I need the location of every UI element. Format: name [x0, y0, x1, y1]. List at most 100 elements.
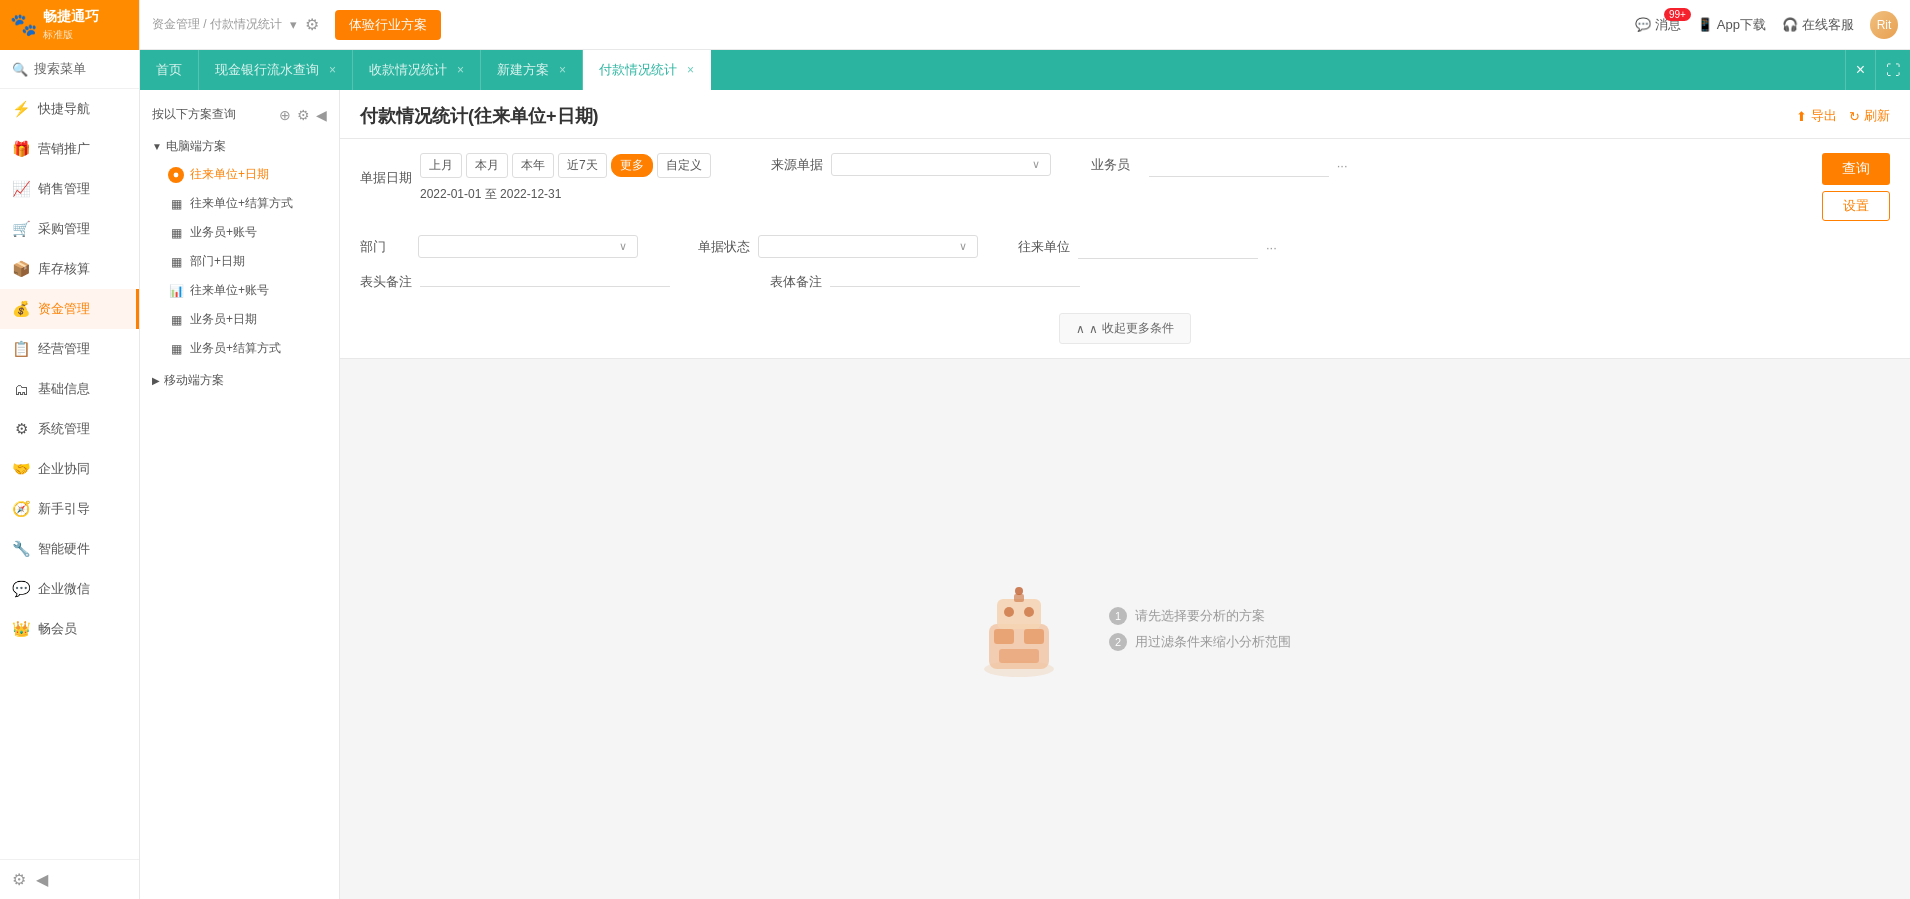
sidebar-item-system[interactable]: ⚙ 系统管理	[0, 409, 139, 449]
message-icon: 💬	[1635, 17, 1651, 32]
desktop-group-header[interactable]: ▼ 电脑端方案	[140, 133, 339, 160]
dept-select[interactable]: ∨	[418, 235, 638, 258]
scheme-table-icon-1: ▦	[168, 196, 184, 212]
tab-home-label: 首页	[156, 61, 182, 79]
scheme-item-unit-settle[interactable]: ▦ 往来单位+结算方式	[140, 189, 339, 218]
sidebar-item-operation[interactable]: 📋 经营管理	[0, 329, 139, 369]
msg-badge: 99+	[1664, 8, 1691, 21]
tab-bank-flow-close[interactable]: ×	[329, 63, 336, 77]
sidebar-item-marketing[interactable]: 🎁 营销推广	[0, 129, 139, 169]
date-btn-last-month[interactable]: 上月	[420, 153, 462, 178]
tab-pay-stat[interactable]: 付款情况统计 ×	[583, 50, 711, 90]
doc-status-select-arrow: ∨	[959, 240, 967, 253]
footer-settings-icon[interactable]: ⚙	[12, 870, 26, 889]
tab-new-scheme[interactable]: 新建方案 ×	[481, 50, 583, 90]
salesman-filter: 业务员 ···	[1091, 153, 1348, 177]
tabbar-expand[interactable]: ⛶	[1875, 50, 1910, 90]
date-btn-last-7[interactable]: 近7天	[558, 153, 607, 178]
salesman-more-icon[interactable]: ···	[1337, 158, 1348, 173]
sidebar-item-enterprise[interactable]: 🤝 企业协同	[0, 449, 139, 489]
scheme-table-icon-3: ▦	[168, 254, 184, 270]
sidebar-item-basic[interactable]: 🗂 基础信息	[0, 369, 139, 409]
source-filter: 来源单据 ∨	[771, 153, 1051, 176]
app-download-icon: 📱	[1697, 17, 1713, 32]
salesman-input[interactable]	[1149, 153, 1329, 177]
partner-filter: 往来单位 ···	[1018, 235, 1277, 259]
mobile-group-header[interactable]: ▶ 移动端方案	[140, 367, 339, 394]
scheme-label-unit-settle: 往来单位+结算方式	[190, 195, 293, 212]
sidebar-item-member[interactable]: 👑 畅会员	[0, 609, 139, 649]
sidebar-item-guide[interactable]: 🧭 新手引导	[0, 489, 139, 529]
collapse-panel-icon[interactable]: ◀	[316, 107, 327, 123]
scheme-item-dept-date[interactable]: ▦ 部门+日期	[140, 247, 339, 276]
trial-btn[interactable]: 体验行业方案	[335, 10, 441, 40]
table-body-remark-label: 表体备注	[770, 273, 822, 291]
sidebar-label-operation: 经营管理	[38, 340, 90, 358]
topbar-gear-icon[interactable]: ⚙	[305, 15, 319, 34]
service-icon: 🎧	[1782, 17, 1798, 32]
sidebar-item-wechat[interactable]: 💬 企业微信	[0, 569, 139, 609]
partner-input[interactable]	[1078, 235, 1258, 259]
sidebar-search[interactable]: 🔍 搜索菜单	[0, 50, 139, 89]
date-btn-more[interactable]: 更多	[611, 154, 653, 177]
empty-tips: 1 请先选择要分析的方案 2 用过滤条件来缩小分析范围	[1109, 607, 1291, 651]
sidebar-label-purchase: 采购管理	[38, 220, 90, 238]
scheme-item-unit-account[interactable]: 📊 往来单位+账号	[140, 276, 339, 305]
scheme-label-unit-date: 往来单位+日期	[190, 166, 269, 183]
sidebar-label-basic: 基础信息	[38, 380, 90, 398]
basic-icon: 🗂	[12, 380, 30, 398]
svg-rect-4	[1024, 629, 1044, 644]
topbar-service[interactable]: 🎧 在线客服	[1782, 16, 1854, 34]
filter-actions: 查询 设置	[1822, 153, 1890, 221]
sidebar-item-purchase[interactable]: 🛒 采购管理	[0, 209, 139, 249]
enterprise-icon: 🤝	[12, 460, 30, 478]
tab-pay-stat-close[interactable]: ×	[687, 63, 694, 77]
scheme-item-unit-date[interactable]: 往来单位+日期	[140, 160, 339, 189]
tab-bank-flow[interactable]: 现金银行流水查询 ×	[199, 50, 353, 90]
date-btn-this-year[interactable]: 本年	[512, 153, 554, 178]
doc-status-select[interactable]: ∨	[758, 235, 978, 258]
sidebar-item-quick-nav[interactable]: ⚡ 快捷导航	[0, 89, 139, 129]
tab-new-scheme-close[interactable]: ×	[559, 63, 566, 77]
svg-point-0	[174, 172, 179, 177]
export-btn[interactable]: ⬆ 导出	[1796, 107, 1837, 125]
footer-collapse-icon[interactable]: ◀	[36, 870, 48, 889]
empty-tip-2: 2 用过滤条件来缩小分析范围	[1109, 633, 1291, 651]
tab-payment-stat-close[interactable]: ×	[457, 63, 464, 77]
source-select[interactable]: ∨	[831, 153, 1051, 176]
collapse-more-btn[interactable]: ∧ ∧ 收起更多条件	[1059, 313, 1190, 344]
tabbar-close-all[interactable]: ×	[1845, 50, 1875, 90]
add-scheme-icon[interactable]: ⊕	[279, 107, 291, 123]
tab-payment-stat[interactable]: 收款情况统计 ×	[353, 50, 481, 90]
scheme-item-staff-account[interactable]: ▦ 业务员+账号	[140, 218, 339, 247]
date-label: 单据日期	[360, 169, 412, 187]
scheme-settings-icon[interactable]: ⚙	[297, 107, 310, 123]
user-profile[interactable]: Rit	[1870, 11, 1898, 39]
svg-point-7	[1004, 607, 1014, 617]
scheme-item-staff-date[interactable]: ▦ 业务员+日期	[140, 305, 339, 334]
source-select-arrow: ∨	[1032, 158, 1040, 171]
topbar-dropdown-icon[interactable]: ▾	[290, 17, 297, 32]
sidebar-item-sales[interactable]: 📈 销售管理	[0, 169, 139, 209]
sidebar-item-inventory[interactable]: 📦 库存核算	[0, 249, 139, 289]
chevron-up-icon: ∧ ∧	[1076, 322, 1097, 336]
sidebar-item-funds[interactable]: 💰 资金管理	[0, 289, 139, 329]
topbar-app-download[interactable]: 📱 App下载	[1697, 16, 1766, 34]
svg-rect-6	[997, 599, 1041, 629]
settings-btn[interactable]: 设置	[1822, 191, 1890, 221]
date-btn-this-month[interactable]: 本月	[466, 153, 508, 178]
partner-more-icon[interactable]: ···	[1266, 240, 1277, 255]
refresh-btn[interactable]: ↻ 刷新	[1849, 107, 1890, 125]
dept-filter: 部门 ∨	[360, 235, 638, 258]
query-btn[interactable]: 查询	[1822, 153, 1890, 185]
sales-icon: 📈	[12, 180, 30, 198]
date-btn-custom[interactable]: 自定义	[657, 153, 711, 178]
topbar-msg[interactable]: 💬 消息 99+	[1635, 16, 1681, 34]
date-range-text: 2022-01-01 至 2022-12-31	[420, 186, 711, 203]
sidebar-item-hardware[interactable]: 🔧 智能硬件	[0, 529, 139, 569]
scheme-label-dept-date: 部门+日期	[190, 253, 245, 270]
empty-tip-1: 1 请先选择要分析的方案	[1109, 607, 1291, 625]
scheme-item-staff-settle[interactable]: ▦ 业务员+结算方式	[140, 334, 339, 363]
left-panel: 按以下方案查询 ⊕ ⚙ ◀ ▼ 电脑端方案	[140, 90, 340, 899]
tab-home[interactable]: 首页	[140, 50, 199, 90]
